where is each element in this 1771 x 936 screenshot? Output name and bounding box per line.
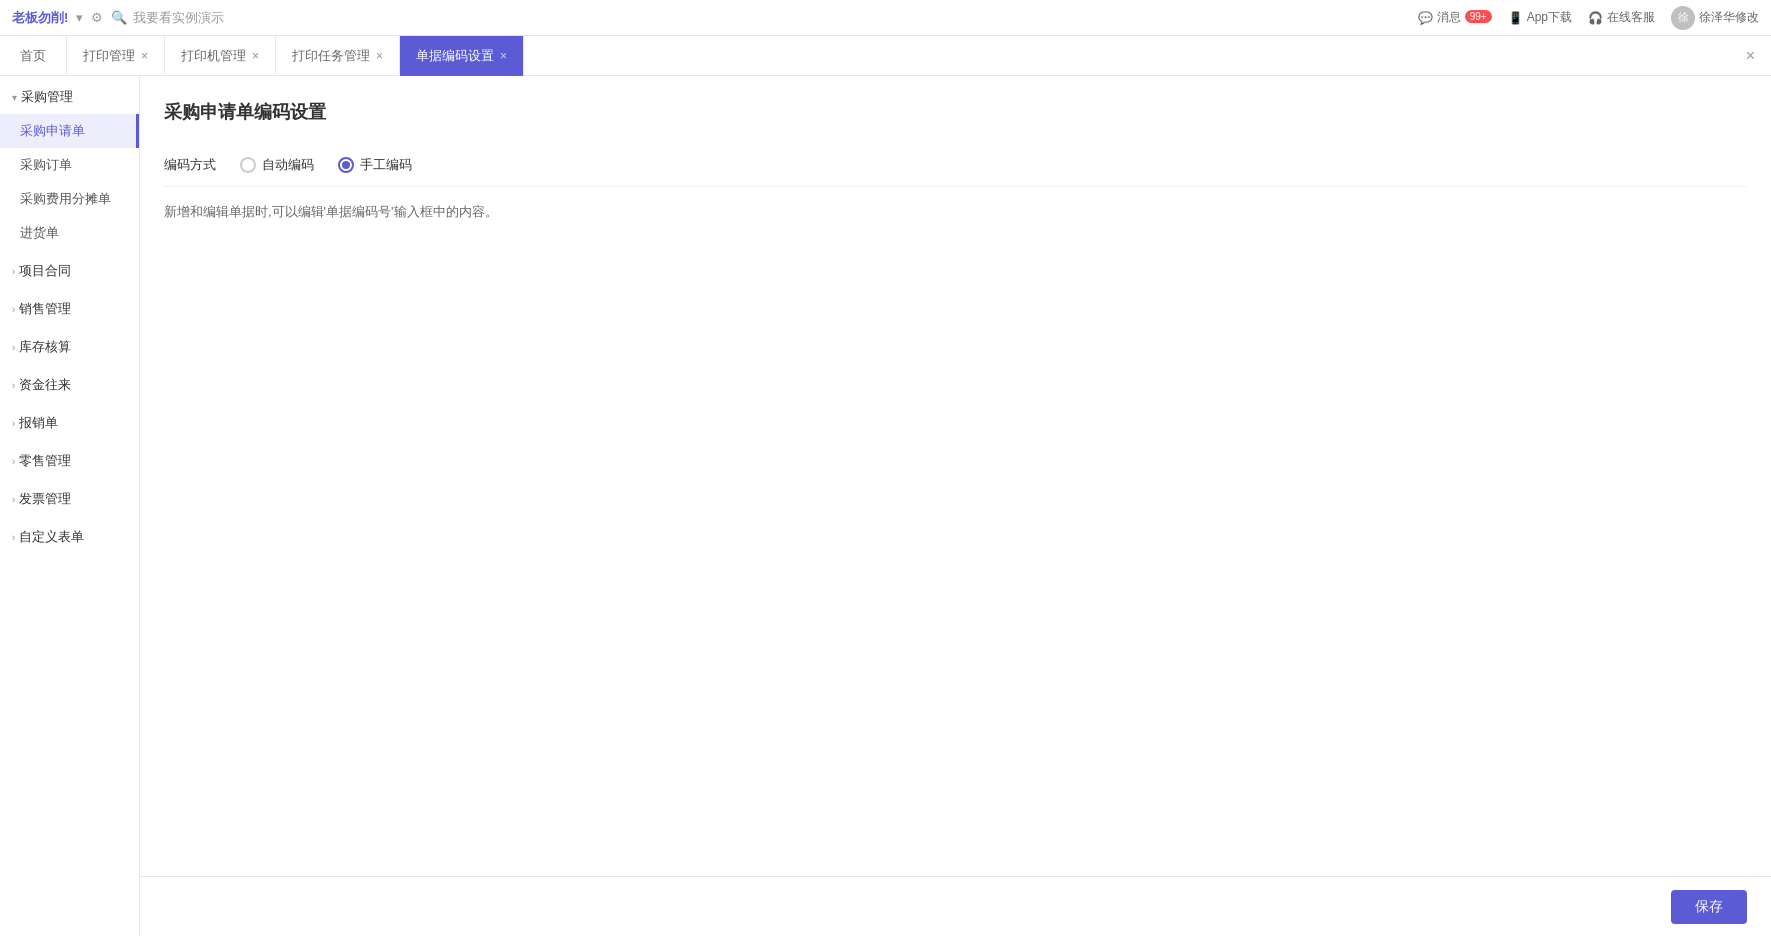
tab-bar-close-all[interactable]: × bbox=[1730, 47, 1771, 65]
radio-group: 自动编码 手工编码 bbox=[240, 156, 412, 174]
sidebar-group-fund: › 资金往来 bbox=[0, 368, 139, 402]
main-layout: ▾ 采购管理 采购申请单 采购订单 采购费用分摊单 进货单 › 项目合同 › 销… bbox=[0, 76, 1771, 936]
project-arrow-icon: › bbox=[12, 266, 15, 277]
online-service-label: 在线客服 bbox=[1607, 9, 1655, 26]
radio-manual-label: 手工编码 bbox=[360, 156, 412, 174]
sidebar-group-invoice-label: 发票管理 bbox=[19, 490, 71, 508]
sidebar: ▾ 采购管理 采购申请单 采购订单 采购费用分摊单 进货单 › 项目合同 › 销… bbox=[0, 76, 140, 936]
sidebar-group-title-project[interactable]: › 项目合同 bbox=[0, 254, 139, 288]
radio-auto-circle bbox=[240, 157, 256, 173]
sidebar-group-title-refund[interactable]: › 报销单 bbox=[0, 406, 139, 440]
sidebar-group-title-sales[interactable]: › 销售管理 bbox=[0, 292, 139, 326]
sidebar-group-custom: › 自定义表单 bbox=[0, 520, 139, 554]
tab-printer-manage-label: 打印机管理 bbox=[181, 47, 246, 65]
content-footer: 保存 bbox=[140, 876, 1771, 936]
tab-print-manage[interactable]: 打印管理 × bbox=[67, 36, 165, 76]
tab-single-code-label: 单据编码设置 bbox=[416, 47, 494, 65]
dropdown-icon[interactable]: ▾ bbox=[76, 10, 83, 25]
sidebar-group-refund: › 报销单 bbox=[0, 406, 139, 440]
sidebar-group-retail: › 零售管理 bbox=[0, 444, 139, 478]
tab-single-code-close[interactable]: × bbox=[500, 49, 507, 63]
sidebar-group-sales-label: 销售管理 bbox=[19, 300, 71, 318]
tab-print-task-close[interactable]: × bbox=[376, 49, 383, 63]
app-icon: 📱 bbox=[1508, 11, 1523, 25]
app-download-button[interactable]: 📱 App下载 bbox=[1508, 9, 1572, 26]
save-button[interactable]: 保存 bbox=[1671, 890, 1747, 924]
refund-arrow-icon: › bbox=[12, 418, 15, 429]
sales-arrow-icon: › bbox=[12, 304, 15, 315]
encoding-row: 编码方式 自动编码 手工编码 bbox=[164, 144, 1747, 187]
search-area[interactable]: 🔍 我要看实例演示 bbox=[111, 9, 224, 27]
sidebar-group-inventory-label: 库存核算 bbox=[19, 338, 71, 356]
avatar: 徐 bbox=[1671, 6, 1695, 30]
sidebar-group-retail-label: 零售管理 bbox=[19, 452, 71, 470]
message-badge: 99+ bbox=[1465, 10, 1492, 23]
sidebar-group-title-custom[interactable]: › 自定义表单 bbox=[0, 520, 139, 554]
page-title: 采购申请单编码设置 bbox=[164, 100, 1747, 124]
app-download-label: App下载 bbox=[1527, 9, 1572, 26]
tab-single-code[interactable]: 单据编码设置 × bbox=[400, 36, 524, 76]
sidebar-group-project-label: 项目合同 bbox=[19, 262, 71, 280]
fund-arrow-icon: › bbox=[12, 380, 15, 391]
sidebar-group-project: › 项目合同 bbox=[0, 254, 139, 288]
hint-text: 新增和编辑单据时,可以编辑'单据编码号'输入框中的内容。 bbox=[164, 203, 1747, 221]
invoice-arrow-icon: › bbox=[12, 494, 15, 505]
tab-printer-manage-close[interactable]: × bbox=[252, 49, 259, 63]
sidebar-group-title-inventory[interactable]: › 库存核算 bbox=[0, 330, 139, 364]
sidebar-group-inventory: › 库存核算 bbox=[0, 330, 139, 364]
content-body: 采购申请单编码设置 编码方式 自动编码 手工编码 新增和编辑单据时,可以编辑'单… bbox=[140, 76, 1771, 876]
tab-print-task[interactable]: 打印任务管理 × bbox=[276, 36, 400, 76]
online-service-button[interactable]: 🎧 在线客服 bbox=[1588, 9, 1655, 26]
tab-printer-manage[interactable]: 打印机管理 × bbox=[165, 36, 276, 76]
sidebar-item-goods-receipt[interactable]: 进货单 bbox=[0, 216, 139, 250]
message-label: 消息 bbox=[1437, 9, 1461, 26]
radio-auto-label: 自动编码 bbox=[262, 156, 314, 174]
inventory-arrow-icon: › bbox=[12, 342, 15, 353]
sidebar-group-custom-label: 自定义表单 bbox=[19, 528, 84, 546]
sidebar-group-title-invoice[interactable]: › 发票管理 bbox=[0, 482, 139, 516]
sidebar-item-purchase-order[interactable]: 采购订单 bbox=[0, 148, 139, 182]
custom-arrow-icon: › bbox=[12, 532, 15, 543]
search-icon: 🔍 bbox=[111, 10, 127, 25]
tab-print-manage-label: 打印管理 bbox=[83, 47, 135, 65]
sidebar-group-title-retail[interactable]: › 零售管理 bbox=[0, 444, 139, 478]
radio-manual[interactable]: 手工编码 bbox=[338, 156, 412, 174]
sidebar-item-purchase-expense[interactable]: 采购费用分摊单 bbox=[0, 182, 139, 216]
sidebar-group-sales: › 销售管理 bbox=[0, 292, 139, 326]
message-button[interactable]: 💬 消息 99+ bbox=[1418, 9, 1492, 26]
sidebar-group-fund-label: 资金往来 bbox=[19, 376, 71, 394]
sidebar-group-title-purchase[interactable]: ▾ 采购管理 bbox=[0, 80, 139, 114]
radio-manual-circle bbox=[338, 157, 354, 173]
tab-bar: 首页 打印管理 × 打印机管理 × 打印任务管理 × 单据编码设置 × × bbox=[0, 36, 1771, 76]
tab-print-manage-close[interactable]: × bbox=[141, 49, 148, 63]
search-text[interactable]: 我要看实例演示 bbox=[133, 9, 224, 27]
settings-icon[interactable]: ⚙ bbox=[91, 10, 103, 25]
tab-home[interactable]: 首页 bbox=[0, 36, 67, 76]
app-logo: 老板勿削! bbox=[12, 9, 68, 27]
tab-print-task-label: 打印任务管理 bbox=[292, 47, 370, 65]
top-bar-right: 💬 消息 99+ 📱 App下载 🎧 在线客服 徐 徐泽华修改 bbox=[1418, 6, 1759, 30]
sidebar-group-invoice: › 发票管理 bbox=[0, 482, 139, 516]
purchase-arrow-icon: ▾ bbox=[12, 92, 17, 103]
radio-auto[interactable]: 自动编码 bbox=[240, 156, 314, 174]
service-icon: 🎧 bbox=[1588, 11, 1603, 25]
encoding-label: 编码方式 bbox=[164, 156, 216, 174]
retail-arrow-icon: › bbox=[12, 456, 15, 467]
sidebar-group-purchase: ▾ 采购管理 采购申请单 采购订单 采购费用分摊单 进货单 bbox=[0, 80, 139, 250]
user-menu[interactable]: 徐 徐泽华修改 bbox=[1671, 6, 1759, 30]
sidebar-group-title-fund[interactable]: › 资金往来 bbox=[0, 368, 139, 402]
top-bar-left: 老板勿削! ▾ ⚙ 🔍 我要看实例演示 bbox=[12, 9, 224, 27]
username: 徐泽华修改 bbox=[1699, 9, 1759, 26]
sidebar-item-purchase-request[interactable]: 采购申请单 bbox=[0, 114, 139, 148]
message-icon: 💬 bbox=[1418, 11, 1433, 25]
content-area: 采购申请单编码设置 编码方式 自动编码 手工编码 新增和编辑单据时,可以编辑'单… bbox=[140, 76, 1771, 936]
sidebar-group-purchase-label: 采购管理 bbox=[21, 88, 73, 106]
sidebar-group-refund-label: 报销单 bbox=[19, 414, 58, 432]
top-bar: 老板勿削! ▾ ⚙ 🔍 我要看实例演示 💬 消息 99+ 📱 App下载 🎧 在… bbox=[0, 0, 1771, 36]
